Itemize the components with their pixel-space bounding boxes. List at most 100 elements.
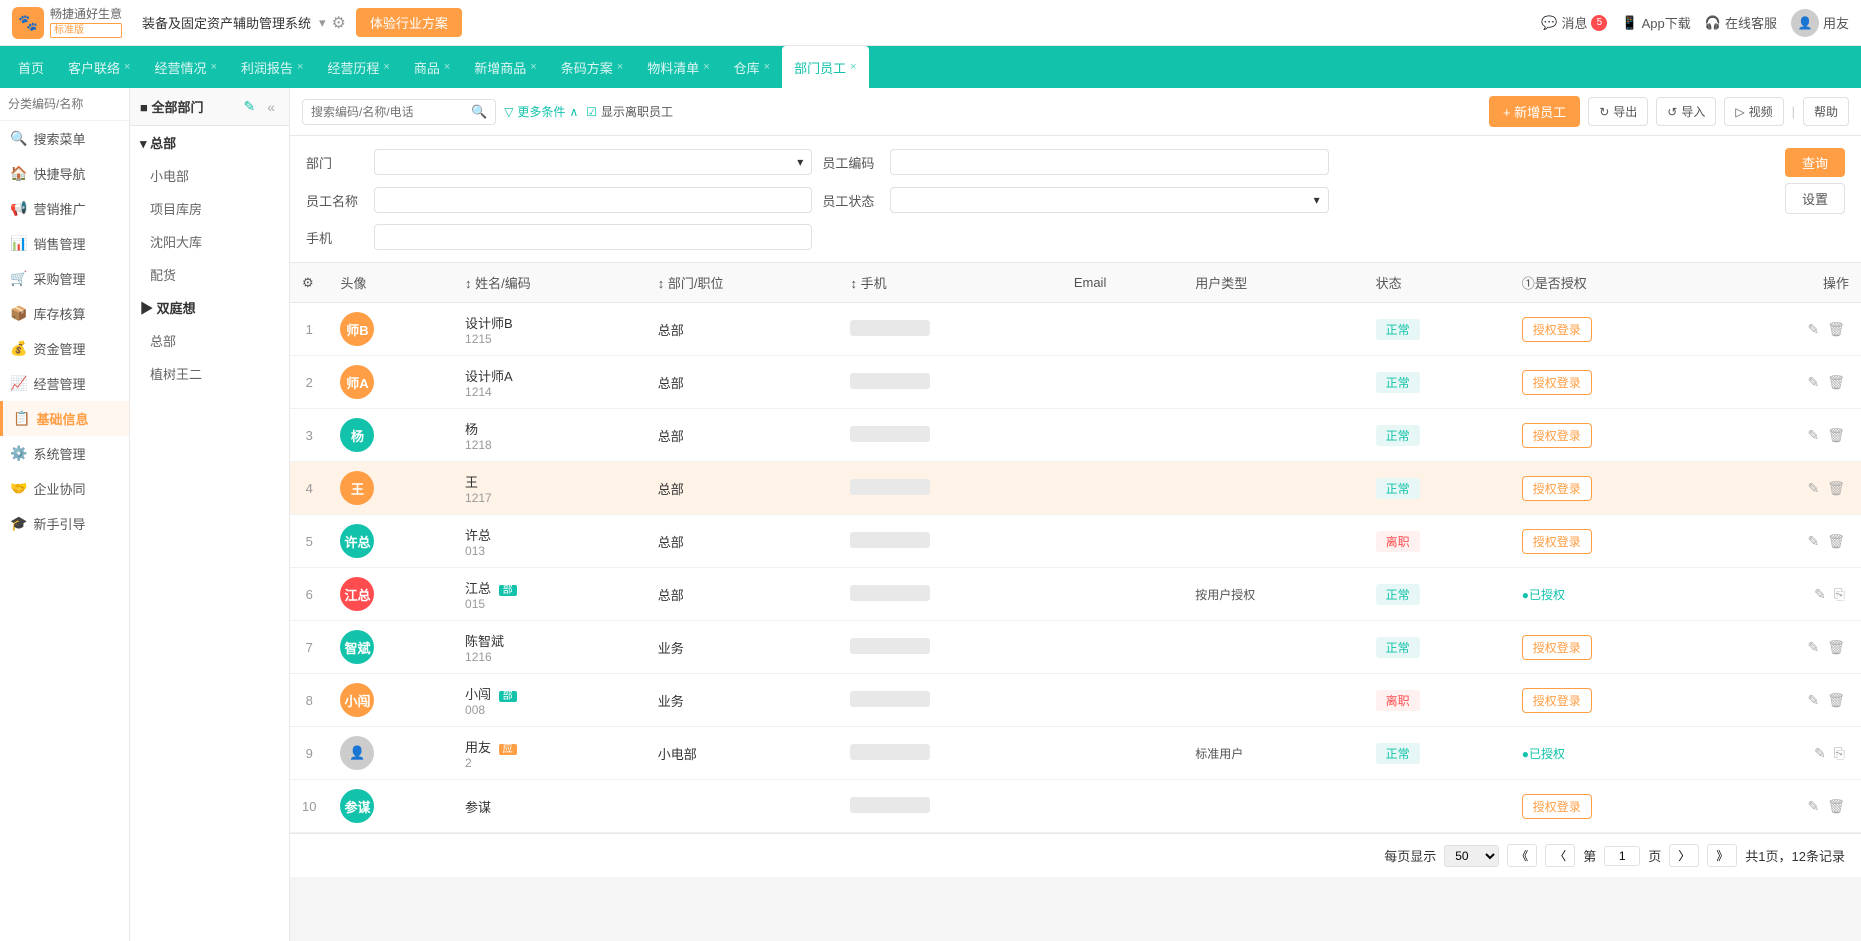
- nav-tab-profit[interactable]: 利润报告 ×: [229, 46, 315, 88]
- import-button[interactable]: ↺ 导入: [1656, 97, 1716, 126]
- col-name[interactable]: ↕ 姓名/编码: [453, 263, 646, 303]
- dept-item-tree[interactable]: 植树王二: [130, 357, 289, 390]
- nav-tab-addgoods[interactable]: 新增商品 ×: [462, 46, 548, 88]
- export-button[interactable]: ↻ 导出: [1588, 97, 1648, 126]
- edit-icon[interactable]: ✎: [1803, 478, 1823, 499]
- delete-icon[interactable]: 🗑: [1823, 637, 1849, 658]
- edit-icon[interactable]: ✎: [1803, 690, 1823, 711]
- close-icon[interactable]: ×: [850, 61, 856, 73]
- auth-btn[interactable]: 授权登录: [1522, 317, 1592, 342]
- trial-button[interactable]: 体验行业方案: [356, 8, 462, 37]
- auth-btn[interactable]: 授权登录: [1522, 476, 1592, 501]
- last-page-btn[interactable]: 》: [1707, 844, 1737, 867]
- help-button[interactable]: 帮助: [1803, 97, 1849, 126]
- sidebar-item-search[interactable]: 🔍 搜索菜单: [0, 121, 129, 156]
- close-icon[interactable]: ×: [617, 61, 623, 73]
- app-download-item[interactable]: 📱 App下载: [1621, 13, 1690, 32]
- nav-tab-operation[interactable]: 经营情况 ×: [142, 46, 228, 88]
- copy-icon[interactable]: ⎘: [1830, 584, 1849, 605]
- delete-icon[interactable]: 🗑: [1823, 531, 1849, 552]
- close-icon[interactable]: ×: [764, 61, 770, 73]
- first-page-btn[interactable]: 《: [1507, 844, 1537, 867]
- view-button[interactable]: ▷ 视频: [1724, 97, 1783, 126]
- filter-empcode-input[interactable]: [890, 149, 1328, 175]
- add-employee-button[interactable]: + 新增员工: [1489, 96, 1580, 127]
- edit-icon[interactable]: ✎: [1810, 743, 1830, 764]
- close-icon[interactable]: ×: [297, 61, 303, 73]
- edit-icon[interactable]: ✎: [1810, 584, 1830, 605]
- col-dept[interactable]: ↕ 部门/职位: [646, 263, 839, 303]
- auth-btn[interactable]: 授权登录: [1522, 370, 1592, 395]
- close-icon[interactable]: ×: [530, 61, 536, 73]
- close-icon[interactable]: ×: [444, 61, 450, 73]
- edit-icon[interactable]: ✎: [1803, 637, 1823, 658]
- more-filter-btn[interactable]: ▽ 更多条件 ∧: [504, 103, 578, 120]
- nav-tab-bom[interactable]: 物料清单 ×: [635, 46, 721, 88]
- query-button[interactable]: 查询: [1785, 148, 1845, 177]
- sidebar-item-quicknav[interactable]: 🏠 快捷导航: [0, 156, 129, 191]
- prev-page-btn[interactable]: 〈: [1545, 844, 1575, 867]
- close-icon[interactable]: ×: [124, 61, 130, 73]
- sidebar-search-input[interactable]: [8, 97, 130, 111]
- nav-tab-home[interactable]: 首页: [6, 46, 56, 88]
- settings-icon[interactable]: ⚙: [332, 13, 346, 33]
- close-icon[interactable]: ×: [703, 61, 709, 73]
- next-page-btn[interactable]: 〉: [1669, 844, 1699, 867]
- edit-icon[interactable]: ✎: [1803, 425, 1823, 446]
- show-archived-toggle[interactable]: ☑ 显示离职员工: [586, 103, 673, 120]
- page-input[interactable]: [1604, 846, 1640, 866]
- sidebar-item-marketing[interactable]: 📢 营销推广: [0, 191, 129, 226]
- dept-collapse-icon[interactable]: «: [263, 96, 279, 117]
- sidebar-item-inventory[interactable]: 📦 库存核算: [0, 296, 129, 331]
- col-phone[interactable]: ↕ 手机: [838, 263, 1061, 303]
- nav-tab-history[interactable]: 经营历程 ×: [315, 46, 401, 88]
- sidebar-item-sales[interactable]: 📊 销售管理: [0, 226, 129, 261]
- dept-edit-icon[interactable]: ✎: [239, 96, 259, 117]
- delete-icon[interactable]: 🗑: [1823, 690, 1849, 711]
- delete-icon[interactable]: 🗑: [1823, 478, 1849, 499]
- col-settings[interactable]: ⚙: [290, 263, 328, 303]
- auth-btn[interactable]: 授权登录: [1522, 688, 1592, 713]
- close-icon[interactable]: ×: [383, 61, 389, 73]
- nav-tab-goods[interactable]: 商品 ×: [402, 46, 462, 88]
- auth-btn[interactable]: 授权登录: [1522, 423, 1592, 448]
- sidebar-item-finance[interactable]: 💰 资金管理: [0, 331, 129, 366]
- dept-item-headquarters[interactable]: ▾ 总部: [130, 126, 289, 159]
- sidebar-item-basic[interactable]: 📋 基础信息: [0, 401, 129, 436]
- delete-icon[interactable]: 🗑: [1823, 796, 1849, 817]
- nav-tab-employee[interactable]: 部门员工 ×: [782, 46, 868, 88]
- copy-icon[interactable]: ⎘: [1830, 743, 1849, 764]
- edit-icon[interactable]: ✎: [1803, 372, 1823, 393]
- dept-item-hq2[interactable]: 总部: [130, 324, 289, 357]
- sidebar-item-guide[interactable]: 🎓 新手引导: [0, 506, 129, 541]
- dept-item-delivery[interactable]: 配货: [130, 258, 289, 291]
- auth-btn[interactable]: 授权登录: [1522, 529, 1592, 554]
- auth-btn[interactable]: 授权登录: [1522, 794, 1592, 819]
- filter-status-select[interactable]: ▾: [890, 187, 1328, 213]
- edit-icon[interactable]: ✎: [1803, 796, 1823, 817]
- delete-icon[interactable]: 🗑: [1823, 425, 1849, 446]
- close-icon[interactable]: ×: [210, 61, 216, 73]
- sidebar-item-system[interactable]: ⚙️ 系统管理: [0, 436, 129, 471]
- messages-item[interactable]: 💬 消息 5: [1541, 13, 1607, 32]
- set-button[interactable]: 设置: [1785, 183, 1845, 214]
- search-input[interactable]: [311, 105, 471, 119]
- dept-item-smallelec[interactable]: 小电部: [130, 159, 289, 192]
- user-item[interactable]: 👤 用友: [1791, 9, 1849, 37]
- delete-icon[interactable]: 🗑: [1823, 372, 1849, 393]
- delete-icon[interactable]: 🗑: [1823, 319, 1849, 340]
- auth-btn[interactable]: 授权登录: [1522, 635, 1592, 660]
- nav-tab-warehouse[interactable]: 仓库 ×: [722, 46, 782, 88]
- edit-icon[interactable]: ✎: [1803, 531, 1823, 552]
- filter-empname-input[interactable]: [374, 187, 812, 213]
- edit-icon[interactable]: ✎: [1803, 319, 1823, 340]
- page-size-select[interactable]: 50 100 200: [1444, 845, 1499, 867]
- filter-dept-select[interactable]: ▾: [374, 149, 812, 175]
- dept-item-projroom[interactable]: 项目库房: [130, 192, 289, 225]
- online-service-item[interactable]: 🎧 在线客服: [1705, 13, 1777, 32]
- system-dropdown-icon[interactable]: ▾: [319, 15, 326, 31]
- nav-tab-barcode[interactable]: 条码方案 ×: [549, 46, 635, 88]
- dept-item-shuangling[interactable]: ▶ 双庭想: [130, 291, 289, 324]
- sidebar-item-business[interactable]: 📈 经营管理: [0, 366, 129, 401]
- nav-tab-customer[interactable]: 客户联络 ×: [56, 46, 142, 88]
